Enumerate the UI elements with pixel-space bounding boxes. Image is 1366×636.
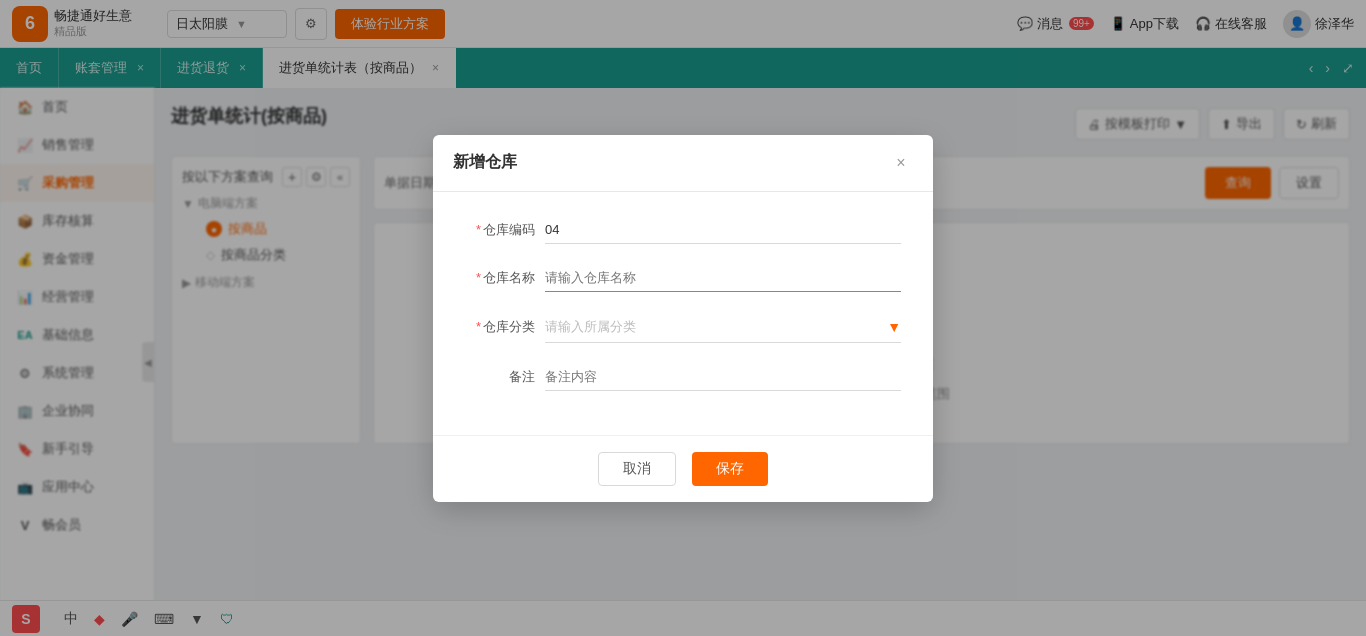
category-required-star: * — [476, 319, 481, 334]
code-required-star: * — [476, 222, 481, 237]
category-placeholder: 请输入所属分类 — [545, 318, 636, 336]
form-row-category: *仓库分类 请输入所属分类 ▼ — [465, 312, 901, 343]
code-input[interactable] — [545, 216, 901, 244]
form-row-notes: 备注 — [465, 363, 901, 391]
modal-overlay: 新增仓库 × *仓库编码 *仓库名称 *仓库分类 — [0, 0, 1366, 636]
new-warehouse-modal: 新增仓库 × *仓库编码 *仓库名称 *仓库分类 — [433, 135, 933, 502]
code-label: *仓库编码 — [465, 221, 545, 239]
modal-title: 新增仓库 — [453, 152, 517, 173]
cancel-button[interactable]: 取消 — [598, 452, 676, 486]
name-input[interactable] — [545, 264, 901, 292]
name-required-star: * — [476, 270, 481, 285]
category-dropdown-icon: ▼ — [887, 319, 901, 335]
modal-body: *仓库编码 *仓库名称 *仓库分类 请输入所属分类 ▼ — [433, 192, 933, 435]
form-row-name: *仓库名称 — [465, 264, 901, 292]
save-button[interactable]: 保存 — [692, 452, 768, 486]
name-label: *仓库名称 — [465, 269, 545, 287]
modal-close-button[interactable]: × — [889, 151, 913, 175]
form-row-code: *仓库编码 — [465, 216, 901, 244]
notes-label: 备注 — [465, 368, 545, 386]
modal-header: 新增仓库 × — [433, 135, 933, 192]
category-label: *仓库分类 — [465, 318, 545, 336]
category-select[interactable]: 请输入所属分类 ▼ — [545, 312, 901, 343]
modal-footer: 取消 保存 — [433, 435, 933, 502]
notes-input[interactable] — [545, 363, 901, 391]
